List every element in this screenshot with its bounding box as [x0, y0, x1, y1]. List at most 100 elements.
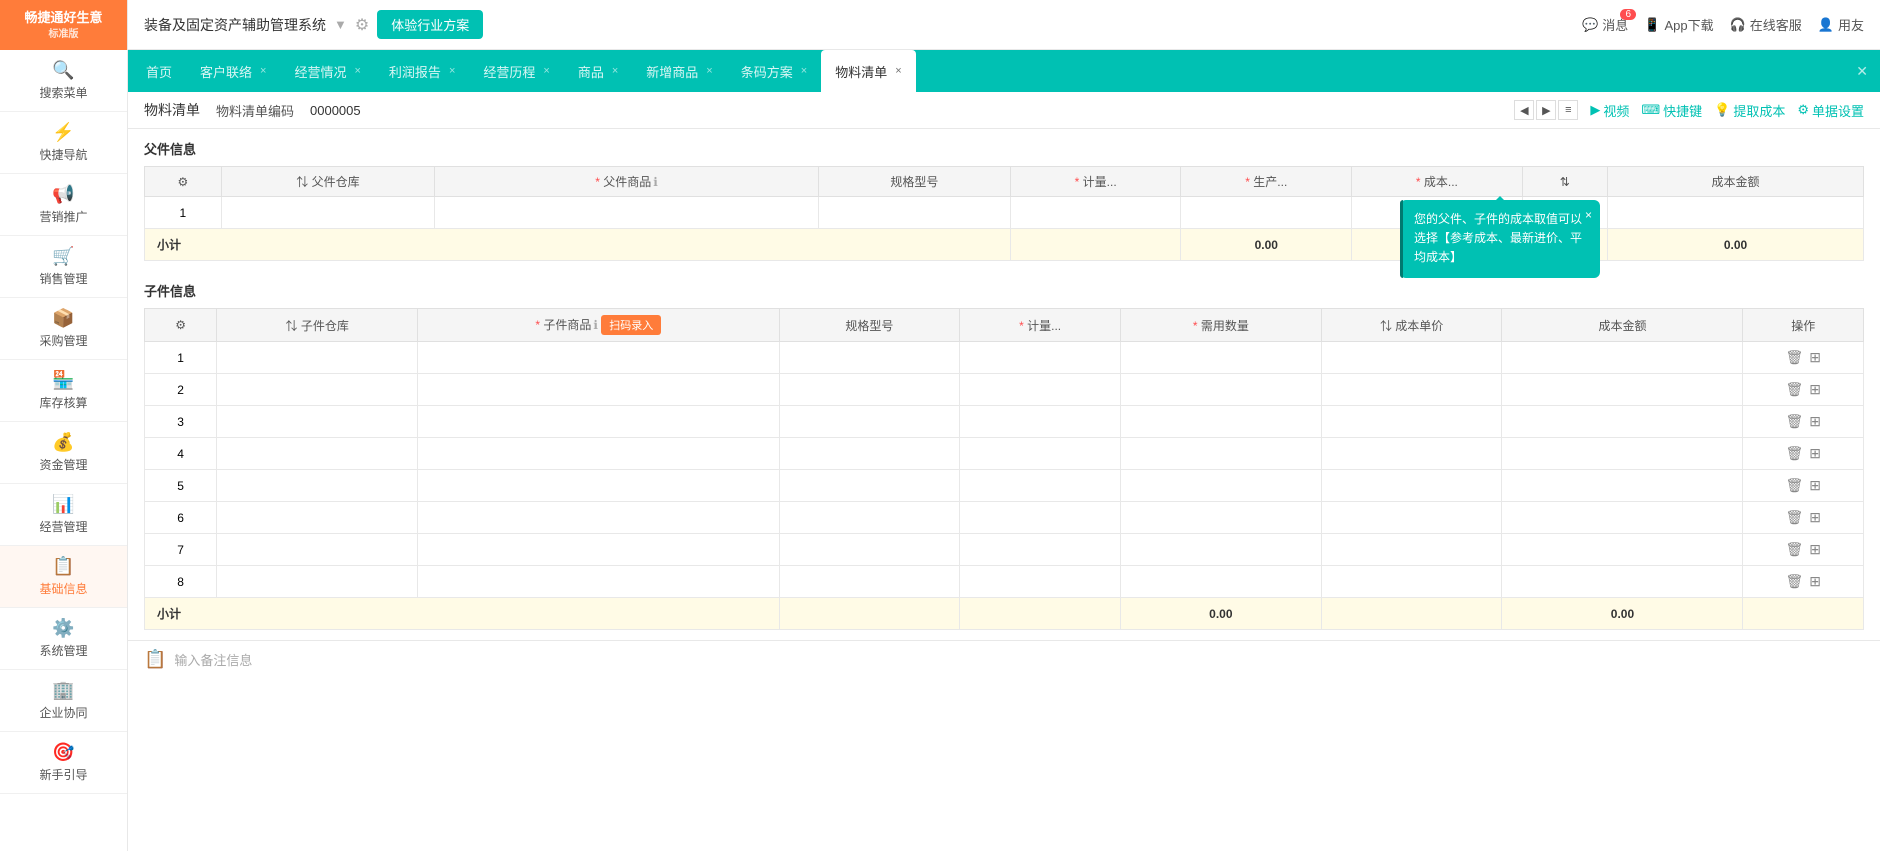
close-profit-tab[interactable]: ×: [449, 65, 455, 77]
bottom-remark[interactable]: 输入备注信息: [174, 650, 252, 669]
child-cost-price-4[interactable]: [1321, 438, 1502, 470]
child-cost-price-5[interactable]: [1321, 470, 1502, 502]
child-warehouse-1[interactable]: [217, 342, 418, 374]
child-unit-5[interactable]: [960, 470, 1121, 502]
trial-button[interactable]: 体验行业方案: [377, 10, 483, 39]
child-spec-8[interactable]: [779, 566, 960, 598]
tab-operations-status[interactable]: 经营情况 ×: [280, 50, 374, 92]
delete-row-8[interactable]: 🗑: [1785, 573, 1803, 590]
child-spec-6[interactable]: [779, 502, 960, 534]
child-warehouse-6[interactable]: [217, 502, 418, 534]
tab-barcode[interactable]: 条码方案 ×: [727, 50, 821, 92]
tab-products[interactable]: 商品 ×: [564, 50, 632, 92]
child-unit-4[interactable]: [960, 438, 1121, 470]
copy-row-7[interactable]: ⊞: [1809, 541, 1821, 558]
sidebar-item-guide[interactable]: 🎯 新手引导: [0, 732, 127, 794]
child-cost-price-3[interactable]: [1321, 406, 1502, 438]
extract-cost-action[interactable]: 💡 提取成本: [1714, 101, 1785, 120]
child-cost-price-8[interactable]: [1321, 566, 1502, 598]
delete-row-7[interactable]: 🗑: [1785, 541, 1803, 558]
nav-menu[interactable]: ≡: [1558, 100, 1578, 120]
child-col-settings[interactable]: ⚙: [145, 309, 217, 342]
parent-product-cell[interactable]: [435, 197, 819, 229]
close-history-tab[interactable]: ×: [543, 65, 549, 77]
tab-profit-report[interactable]: 利润报告 ×: [375, 50, 469, 92]
delete-row-4[interactable]: 🗑: [1785, 445, 1803, 462]
sidebar-item-purchase[interactable]: 📦 采购管理: [0, 298, 127, 360]
child-cost-price-7[interactable]: [1321, 534, 1502, 566]
close-ops-tab[interactable]: ×: [354, 65, 360, 77]
child-unit-7[interactable]: [960, 534, 1121, 566]
sidebar-item-operations[interactable]: 📊 经营管理: [0, 484, 127, 546]
child-warehouse-5[interactable]: [217, 470, 418, 502]
child-product-6[interactable]: [418, 502, 779, 534]
child-spec-5[interactable]: [779, 470, 960, 502]
child-spec-4[interactable]: [779, 438, 960, 470]
child-cost-price-2[interactable]: [1321, 374, 1502, 406]
child-unit-3[interactable]: [960, 406, 1121, 438]
tab-home[interactable]: 首页: [132, 50, 186, 92]
close-products-tab[interactable]: ×: [612, 65, 618, 77]
delete-row-3[interactable]: 🗑: [1785, 413, 1803, 430]
scan-input-button[interactable]: 扫码录入: [601, 315, 661, 335]
copy-row-2[interactable]: ⊞: [1809, 381, 1821, 398]
single-settings-action[interactable]: ⚙ 单据设置: [1797, 101, 1864, 120]
sidebar-item-enterprise[interactable]: 🏢 企业协同: [0, 670, 127, 732]
child-unit-6[interactable]: [960, 502, 1121, 534]
delete-row-5[interactable]: 🗑: [1785, 477, 1803, 494]
delete-row-2[interactable]: 🗑: [1785, 381, 1803, 398]
copy-row-8[interactable]: ⊞: [1809, 573, 1821, 590]
child-product-2[interactable]: [418, 374, 779, 406]
close-all-tabs[interactable]: ✕: [1856, 63, 1876, 80]
child-product-5[interactable]: [418, 470, 779, 502]
delete-row-1[interactable]: 🗑: [1785, 349, 1803, 366]
tooltip-close-btn[interactable]: ×: [1585, 206, 1592, 225]
video-action[interactable]: ▶ 视频: [1590, 101, 1629, 120]
copy-row-5[interactable]: ⊞: [1809, 477, 1821, 494]
child-need-qty-8[interactable]: [1120, 566, 1321, 598]
delete-row-6[interactable]: 🗑: [1785, 509, 1803, 526]
child-unit-1[interactable]: [960, 342, 1121, 374]
parent-unit-cell[interactable]: [1010, 197, 1181, 229]
child-need-qty-4[interactable]: [1120, 438, 1321, 470]
close-new-product-tab[interactable]: ×: [706, 65, 712, 77]
shortcut-action[interactable]: ⌨ 快捷键: [1641, 101, 1702, 120]
parent-spec-cell[interactable]: [818, 197, 1010, 229]
sidebar-item-system[interactable]: ⚙️ 系统管理: [0, 608, 127, 670]
parent-prod-cell[interactable]: [1181, 197, 1352, 229]
child-warehouse-3[interactable]: [217, 406, 418, 438]
child-need-qty-7[interactable]: [1120, 534, 1321, 566]
user-menu[interactable]: 👤 用友: [1818, 15, 1864, 34]
sidebar-item-search[interactable]: 🔍 搜索菜单: [0, 50, 127, 112]
nav-next[interactable]: ▶: [1536, 100, 1556, 120]
child-need-qty-5[interactable]: [1120, 470, 1321, 502]
settings-icon[interactable]: ⚙: [355, 15, 369, 35]
parent-warehouse-cell[interactable]: [221, 197, 434, 229]
child-product-7[interactable]: [418, 534, 779, 566]
child-warehouse-2[interactable]: [217, 374, 418, 406]
online-service-button[interactable]: 🎧 在线客服: [1730, 15, 1802, 34]
dropdown-icon[interactable]: ▼: [334, 17, 347, 32]
child-cost-price-1[interactable]: [1321, 342, 1502, 374]
child-product-1[interactable]: [418, 342, 779, 374]
sidebar-item-marketing[interactable]: 📢 营销推广: [0, 174, 127, 236]
copy-row-6[interactable]: ⊞: [1809, 509, 1821, 526]
child-need-qty-3[interactable]: [1120, 406, 1321, 438]
sidebar-item-finance[interactable]: 💰 资金管理: [0, 422, 127, 484]
child-product-3[interactable]: [418, 406, 779, 438]
sidebar-item-quick-nav[interactable]: ⚡ 快捷导航: [0, 112, 127, 174]
child-need-qty-6[interactable]: [1120, 502, 1321, 534]
child-spec-2[interactable]: [779, 374, 960, 406]
child-unit-2[interactable]: [960, 374, 1121, 406]
tab-customer[interactable]: 客户联络 ×: [186, 50, 280, 92]
tab-bom[interactable]: 物料清单 ×: [821, 50, 915, 92]
close-bom-tab[interactable]: ×: [895, 65, 901, 77]
child-spec-1[interactable]: [779, 342, 960, 374]
child-unit-8[interactable]: [960, 566, 1121, 598]
copy-row-1[interactable]: ⊞: [1809, 349, 1821, 366]
child-warehouse-7[interactable]: [217, 534, 418, 566]
copy-row-3[interactable]: ⊞: [1809, 413, 1821, 430]
child-spec-3[interactable]: [779, 406, 960, 438]
tab-new-product[interactable]: 新增商品 ×: [632, 50, 726, 92]
app-download-button[interactable]: 📱 App下载: [1644, 15, 1713, 34]
